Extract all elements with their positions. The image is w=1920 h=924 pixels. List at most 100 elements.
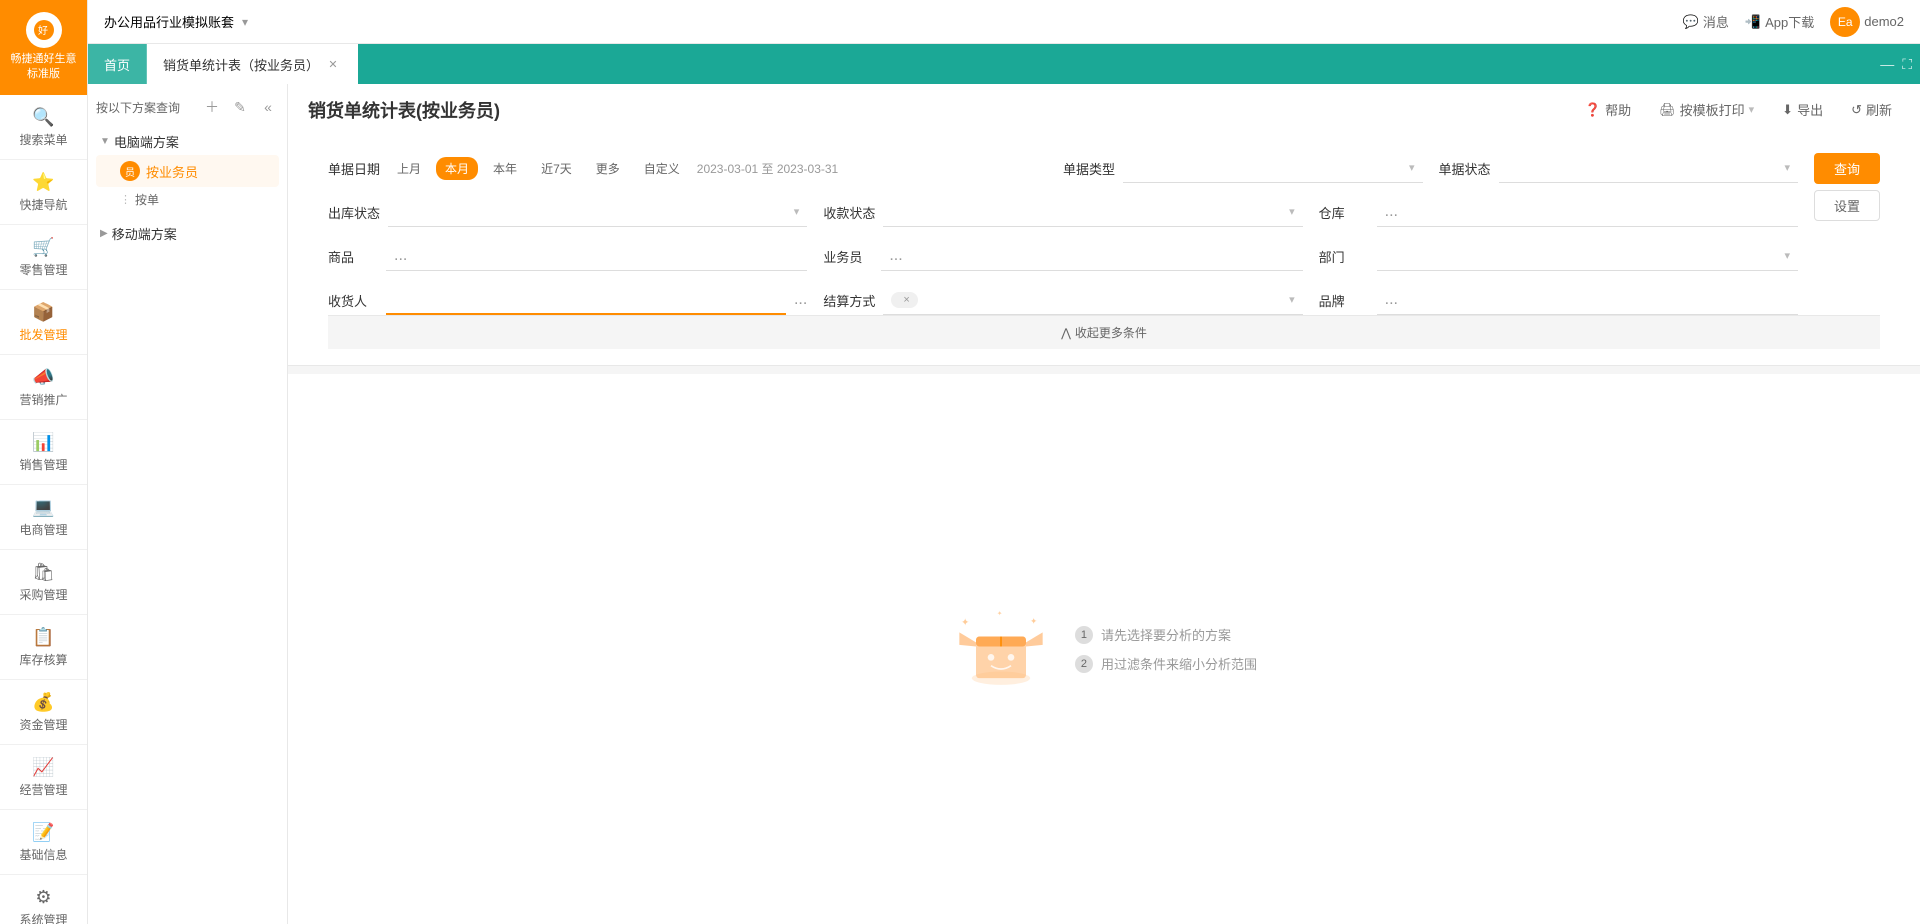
scheme-sub-icon: ⋮	[120, 193, 131, 206]
date-this-year-btn[interactable]: 本年	[484, 157, 526, 180]
collapse-icon: «	[264, 99, 272, 115]
doc-status-select[interactable]: ▾	[1499, 153, 1798, 183]
finance-icon: 💰	[32, 690, 54, 715]
sidebar-item-finance[interactable]: 💰 资金管理	[0, 680, 87, 745]
doc-status-dropdown-icon: ▾	[1784, 161, 1790, 174]
export-btn[interactable]: ⬇ 导出	[1774, 96, 1831, 123]
add-scheme-btn[interactable]: ＋	[201, 96, 223, 118]
refresh-btn[interactable]: ↺ 刷新	[1843, 96, 1900, 123]
consignee-field: 收货人 ...	[328, 285, 807, 315]
help-icon: ❓	[1585, 102, 1601, 118]
print-btn[interactable]: 🖨 按模板打印 ▾	[1651, 96, 1762, 123]
sidebar-item-label: 快捷导航	[19, 197, 67, 214]
sidebar-item-sales-mgmt[interactable]: 📊 销售管理	[0, 420, 87, 485]
warehouse-label: 仓库	[1319, 203, 1369, 222]
page-header: 销货单统计表(按业务员) ❓ 帮助 🖨 按模板打印 ▾ ⬇	[288, 84, 1920, 366]
goods-dots-btn[interactable]: ...	[394, 247, 407, 265]
sidebar-item-sys-config[interactable]: ⚙ 系统管理	[0, 875, 87, 924]
out-status-label: 出库状态	[328, 203, 380, 222]
logo-icon: 好	[26, 12, 62, 48]
collapse-up-icon: ⋀	[1061, 326, 1071, 340]
filter-row-2: 出库状态 ▾ 收款状态	[328, 197, 1798, 227]
scheme-by-order-label: 按单	[135, 191, 159, 208]
salesperson-label: 业务员	[823, 247, 873, 266]
app-download-icon: 📲	[1745, 14, 1761, 30]
mobile-scheme-arrow: ▶	[100, 228, 108, 239]
sidebar-item-label: 采购管理	[19, 587, 67, 604]
tip-num-1: 1	[1075, 626, 1093, 644]
edit-scheme-btn[interactable]: ✎	[229, 96, 251, 118]
collapse-panel-btn[interactable]: «	[257, 96, 279, 118]
receive-status-field: 收款状态 ▾	[823, 197, 1302, 227]
date-more-btn[interactable]: 更多	[587, 157, 629, 180]
avatar-initials: Ea	[1838, 15, 1853, 29]
out-status-select[interactable]: ▾	[388, 197, 807, 227]
dept-select[interactable]: ▾	[1377, 241, 1798, 271]
settlement-select[interactable]: × ▾	[883, 285, 1302, 315]
salesperson-dots-btn[interactable]: ...	[889, 247, 902, 265]
out-status-field: 出库状态 ▾	[328, 197, 807, 227]
date-last7-btn[interactable]: 近7天	[532, 157, 581, 180]
search-menu-icon: 🔍	[32, 105, 54, 130]
scheme-by-salesperson-label: 按业务员	[146, 162, 198, 181]
sidebar-item-purchase[interactable]: 🛍 采购管理	[0, 550, 87, 615]
receive-status-select[interactable]: ▾	[883, 197, 1302, 227]
date-last-month-btn[interactable]: 上月	[388, 157, 430, 180]
settings-button[interactable]: 设置	[1814, 190, 1880, 221]
brand-dots-btn[interactable]: ...	[1385, 291, 1398, 309]
sidebar-item-ecommerce[interactable]: 💻 电商管理	[0, 485, 87, 550]
collapse-bar[interactable]: ⋀ 收起更多条件	[328, 315, 1880, 349]
app-download-btn[interactable]: 📲 App下载	[1745, 12, 1814, 31]
tab-home-label: 首页	[104, 55, 130, 74]
dropdown-icon[interactable]: ▾	[242, 15, 248, 29]
left-panel-header: 按以下方案查询 ＋ ✎ «	[96, 96, 279, 118]
date-this-month-btn[interactable]: 本月	[436, 157, 478, 180]
sidebar-item-basic-info[interactable]: 📝 基础信息	[0, 810, 87, 875]
sidebar-item-inventory[interactable]: 📋 库存核算	[0, 615, 87, 680]
scheme-by-salesperson[interactable]: 员 按业务员	[96, 155, 279, 187]
wholesale-mgmt-icon: 📦	[32, 300, 54, 325]
tab-sales-stat[interactable]: 销货单统计表（按业务员） ✕	[147, 44, 358, 84]
tab-maximize-icon[interactable]: ⛶	[1902, 56, 1912, 73]
consignee-input[interactable]	[386, 285, 786, 315]
tab-bar: 首页 销货单统计表（按业务员） ✕ — ⛶	[88, 44, 1920, 84]
quick-nav-icon: ⭐	[32, 170, 54, 195]
sidebar-item-label: 零售管理	[19, 262, 67, 279]
tab-close-icon[interactable]: ✕	[325, 56, 341, 72]
user-profile[interactable]: Ea demo2	[1830, 7, 1904, 37]
date-field-label: 单据日期	[328, 159, 380, 178]
help-btn[interactable]: ❓ 帮助	[1577, 96, 1639, 123]
query-button[interactable]: 查询	[1814, 153, 1880, 184]
scheme-by-order[interactable]: ⋮ 按单	[96, 187, 279, 212]
settlement-clear-tag[interactable]: ×	[891, 292, 917, 308]
message-label: 消息	[1703, 12, 1729, 31]
warehouse-dots-btn[interactable]: ...	[1385, 203, 1398, 221]
sidebar-item-operation[interactable]: 📈 经营管理	[0, 745, 87, 810]
consignee-dots-btn[interactable]: ...	[794, 291, 807, 309]
sidebar-item-wholesale-mgmt[interactable]: 📦 批发管理	[0, 290, 87, 355]
logo-text: 畅捷通好生意 标准版	[11, 52, 77, 83]
filter-row-4: 收货人 ... 结算方式 ×	[328, 285, 1798, 315]
date-custom-btn[interactable]: 自定义	[635, 157, 689, 180]
settlement-clear-icon[interactable]: ×	[903, 294, 909, 306]
empty-illustration: ✦ ✦ ✦	[951, 599, 1051, 699]
message-btn[interactable]: 💬 消息	[1683, 12, 1729, 31]
purchase-icon: 🛍	[32, 560, 55, 585]
print-label: 按模板打印	[1680, 100, 1745, 119]
doc-type-select[interactable]: ▾	[1123, 153, 1422, 183]
filter-top-actions: 查询 设置	[1814, 153, 1880, 221]
sidebar-item-marketing[interactable]: 📣 营销推广	[0, 355, 87, 420]
sidebar-item-quick-nav[interactable]: ⭐ 快捷导航	[0, 160, 87, 225]
sidebar-item-search-menu[interactable]: 🔍 搜索菜单	[0, 95, 87, 160]
mobile-scheme-header[interactable]: ▶ 移动端方案	[96, 218, 279, 249]
tab-minimize-icon[interactable]: —	[1880, 56, 1894, 72]
operation-icon: 📈	[32, 755, 54, 780]
svg-text:好: 好	[38, 25, 48, 37]
sidebar-item-retail-mgmt[interactable]: 🛒 零售管理	[0, 225, 87, 290]
page-title: 销货单统计表(按业务员)	[308, 97, 500, 123]
left-panel-title: 按以下方案查询	[96, 99, 180, 116]
tab-sales-stat-label: 销货单统计表（按业务员）	[163, 55, 319, 74]
date-filter-field: 单据日期 上月 本月 本年 近7天 更多 自定义	[328, 157, 1047, 180]
tab-home[interactable]: 首页	[88, 44, 147, 84]
desktop-scheme-header[interactable]: ▼ 电脑端方案	[96, 128, 279, 155]
